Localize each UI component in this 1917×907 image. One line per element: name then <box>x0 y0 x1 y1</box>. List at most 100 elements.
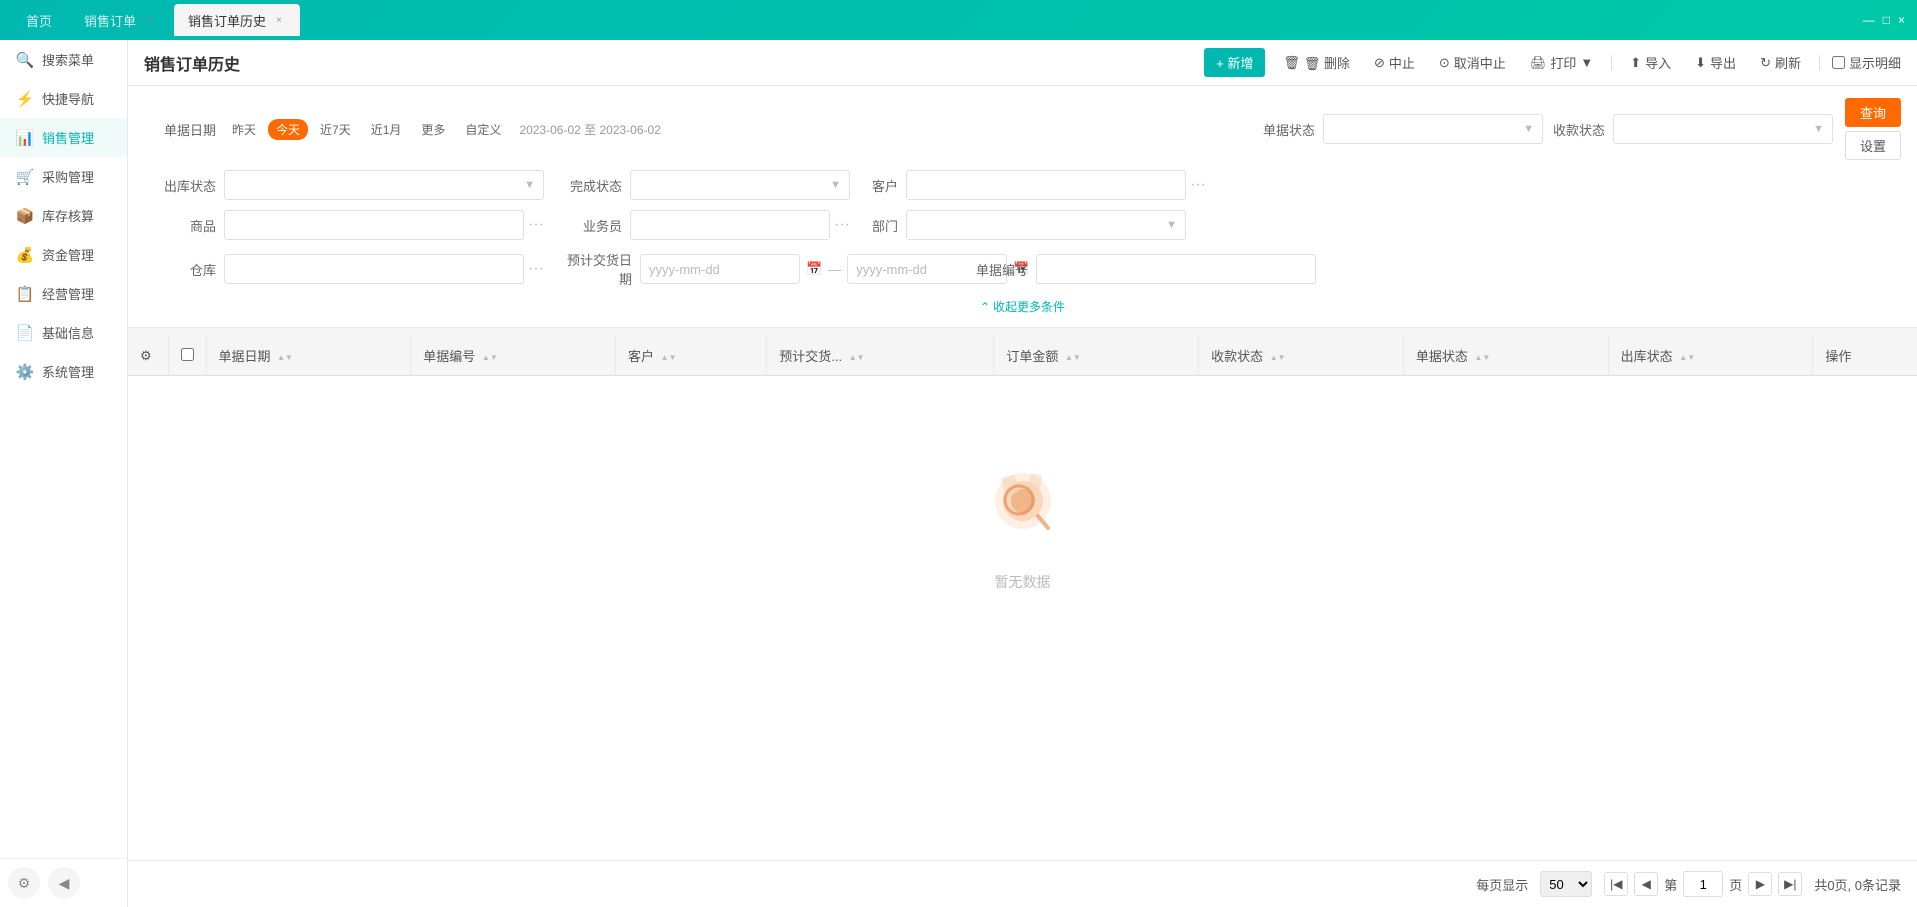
warehouse-input[interactable] <box>224 254 524 284</box>
payment-chevron-icon: ▼ <box>1813 123 1824 135</box>
tab-sales-order-history[interactable]: 销售订单历史 × <box>174 4 300 36</box>
delete-button[interactable]: 🗑 🗑 删除 <box>1277 49 1356 76</box>
query-button[interactable]: 查询 <box>1845 98 1901 127</box>
inventory-icon: 📦 <box>16 207 34 225</box>
window-close[interactable]: × <box>1898 13 1905 27</box>
next-page-btn[interactable]: ▶ <box>1748 872 1772 896</box>
cancel-stop-button[interactable]: ⊙ 取消中止 <box>1433 49 1512 76</box>
refresh-button[interactable]: ↻ 刷新 <box>1754 49 1807 76</box>
expected-date-label: 预计交货日期 <box>560 250 640 288</box>
dept-chevron-icon: ▼ <box>1166 219 1177 231</box>
tab-history-close[interactable]: × <box>272 13 286 27</box>
tab-sales-order[interactable]: 销售订单 × <box>70 4 170 36</box>
col-customer-header[interactable]: 客户 ▲▼ <box>616 336 767 376</box>
col-payment-header[interactable]: 收款状态 ▲▼ <box>1199 336 1404 376</box>
purchase-icon: 🛒 <box>16 168 34 186</box>
sidebar-item-quick-nav[interactable]: ⚡ 快捷导航 <box>0 79 127 118</box>
salesperson-field: ··· <box>630 210 850 240</box>
col-orderno-header[interactable]: 单据编号 ▲▼ <box>411 336 616 376</box>
section-wrapper: 单据日期 昨天 今天 近7天 近1月 更多 自定义 2023-06-02 至 2… <box>128 86 1917 907</box>
window-minimize[interactable]: — <box>1863 13 1875 27</box>
delivery-status-select[interactable]: ▼ <box>224 170 544 200</box>
date-label: 单据日期 <box>144 120 224 139</box>
salesperson-label: 业务员 <box>560 216 630 235</box>
import-icon: ⬆ <box>1630 55 1641 71</box>
sidebar-item-finance[interactable]: 💰 资金管理 <box>0 235 127 274</box>
print-chevron-icon: ▼ <box>1580 55 1593 70</box>
stop-button[interactable]: ⊘ 中止 <box>1368 49 1421 76</box>
current-page-input[interactable] <box>1683 871 1723 897</box>
sidebar-item-purchase-label: 采购管理 <box>42 167 94 186</box>
calendar-start-icon[interactable]: 📅 <box>806 261 822 277</box>
page-size-select[interactable]: 10 20 50 100 <box>1540 871 1592 897</box>
col-expected-header[interactable]: 预计交货... ▲▼ <box>767 336 994 376</box>
payment-status-select[interactable]: ▼ <box>1613 114 1833 144</box>
col-settings-icon[interactable]: ⚙ <box>140 348 152 363</box>
filter-row-3: 商品 ··· 业务员 ··· 部门 ▼ <box>144 210 1901 240</box>
show-detail-input[interactable] <box>1832 56 1845 69</box>
quick-nav-icon: ⚡ <box>16 90 34 108</box>
expected-start-input[interactable] <box>640 254 800 284</box>
operation-icon: 📋 <box>16 285 34 303</box>
complete-status-select[interactable]: ▼ <box>630 170 850 200</box>
order-no-input[interactable] <box>1036 254 1316 284</box>
customer-input[interactable] <box>906 170 1186 200</box>
col-amount-header[interactable]: 订单金额 ▲▼ <box>994 336 1199 376</box>
window-maximize[interactable]: □ <box>1883 13 1890 27</box>
sidebar-item-sys[interactable]: ⚙️ 系统管理 <box>0 352 127 391</box>
prev-page-btn[interactable]: ◀ <box>1634 872 1658 896</box>
export-button[interactable]: ⬇ 导出 <box>1689 49 1742 76</box>
sidebar-settings-btn[interactable]: ⚙ <box>8 867 40 899</box>
total-text: 共0页, 0条记录 <box>1814 875 1901 894</box>
customer-dots[interactable]: ··· <box>1190 176 1206 194</box>
date-today[interactable]: 今天 <box>268 119 308 140</box>
delete-icon: 🗑 <box>1283 55 1300 71</box>
sidebar-item-search-menu[interactable]: 🔍 搜索菜单 <box>0 40 127 79</box>
order-status-select[interactable]: ▼ <box>1323 114 1543 144</box>
col-delivery-header[interactable]: 出库状态 ▲▼ <box>1608 336 1813 376</box>
sidebar-item-basic-info[interactable]: 📄 基础信息 <box>0 313 127 352</box>
collapse-button[interactable]: ⌃ 收起更多条件 <box>980 298 1065 315</box>
complete-chevron-icon: ▼ <box>830 179 841 191</box>
sidebar-collapse-btn[interactable]: ◀ <box>48 867 80 899</box>
date-1month[interactable]: 近1月 <box>363 119 410 140</box>
last-page-btn[interactable]: ▶| <box>1778 872 1802 896</box>
col-orderstatus-header[interactable]: 单据状态 ▲▼ <box>1403 336 1608 376</box>
page-size-label: 每页显示 <box>1476 875 1528 894</box>
date-custom[interactable]: 自定义 <box>457 119 509 140</box>
new-button[interactable]: + 新增 <box>1204 48 1265 77</box>
import-button[interactable]: ⬆ 导入 <box>1624 49 1677 76</box>
col-date-header[interactable]: 单据日期 ▲▼ <box>206 336 411 376</box>
print-button[interactable]: 🖨 打印 ▼ <box>1524 49 1599 76</box>
product-input[interactable] <box>224 210 524 240</box>
date-more[interactable]: 更多 <box>413 119 453 140</box>
product-dots[interactable]: ··· <box>528 216 544 234</box>
show-detail-checkbox[interactable]: 显示明细 <box>1832 53 1901 72</box>
page-toolbar: 销售订单历史 + 新增 🗑 🗑 删除 ⊘ 中止 ⊙ 取消中止 🖨 打印 <box>128 40 1917 86</box>
status-label: 单据状态 <box>1253 120 1323 139</box>
sidebar-item-sales[interactable]: 📊 销售管理 <box>0 118 127 157</box>
sidebar-item-inventory[interactable]: 📦 库存核算 <box>0 196 127 235</box>
tab-sales-order-close[interactable]: × <box>142 13 156 27</box>
main-layout: 🔍 搜索菜单 ⚡ 快捷导航 📊 销售管理 🛒 采购管理 📦 库存核算 💰 资金管… <box>0 40 1917 907</box>
first-page-btn[interactable]: |◀ <box>1604 872 1628 896</box>
finance-icon: 💰 <box>16 246 34 264</box>
query-buttons: 查询 设置 <box>1845 98 1901 160</box>
dept-select[interactable]: ▼ <box>906 210 1186 240</box>
date-7days[interactable]: 近7天 <box>312 119 359 140</box>
select-all-checkbox[interactable] <box>181 348 194 361</box>
sidebar-item-purchase[interactable]: 🛒 采购管理 <box>0 157 127 196</box>
sort-expected-icon: ▲▼ <box>849 353 865 362</box>
tab-home[interactable]: 首页 <box>12 4 66 36</box>
warehouse-dots[interactable]: ··· <box>528 260 544 278</box>
table-head: ⚙ 单据日期 ▲▼ 单据编号 <box>128 336 1917 376</box>
salesperson-dots[interactable]: ··· <box>834 216 850 234</box>
sidebar-bottom: ⚙ ◀ <box>0 858 127 907</box>
page-title: 销售订单历史 <box>144 51 240 75</box>
payment-label: 收款状态 <box>1543 120 1613 139</box>
date-yesterday[interactable]: 昨天 <box>224 119 264 140</box>
salesperson-input[interactable] <box>630 210 830 240</box>
sidebar-item-operation[interactable]: 📋 经营管理 <box>0 274 127 313</box>
settings-button[interactable]: 设置 <box>1845 131 1901 160</box>
col-settings-header[interactable]: ⚙ <box>128 336 168 376</box>
